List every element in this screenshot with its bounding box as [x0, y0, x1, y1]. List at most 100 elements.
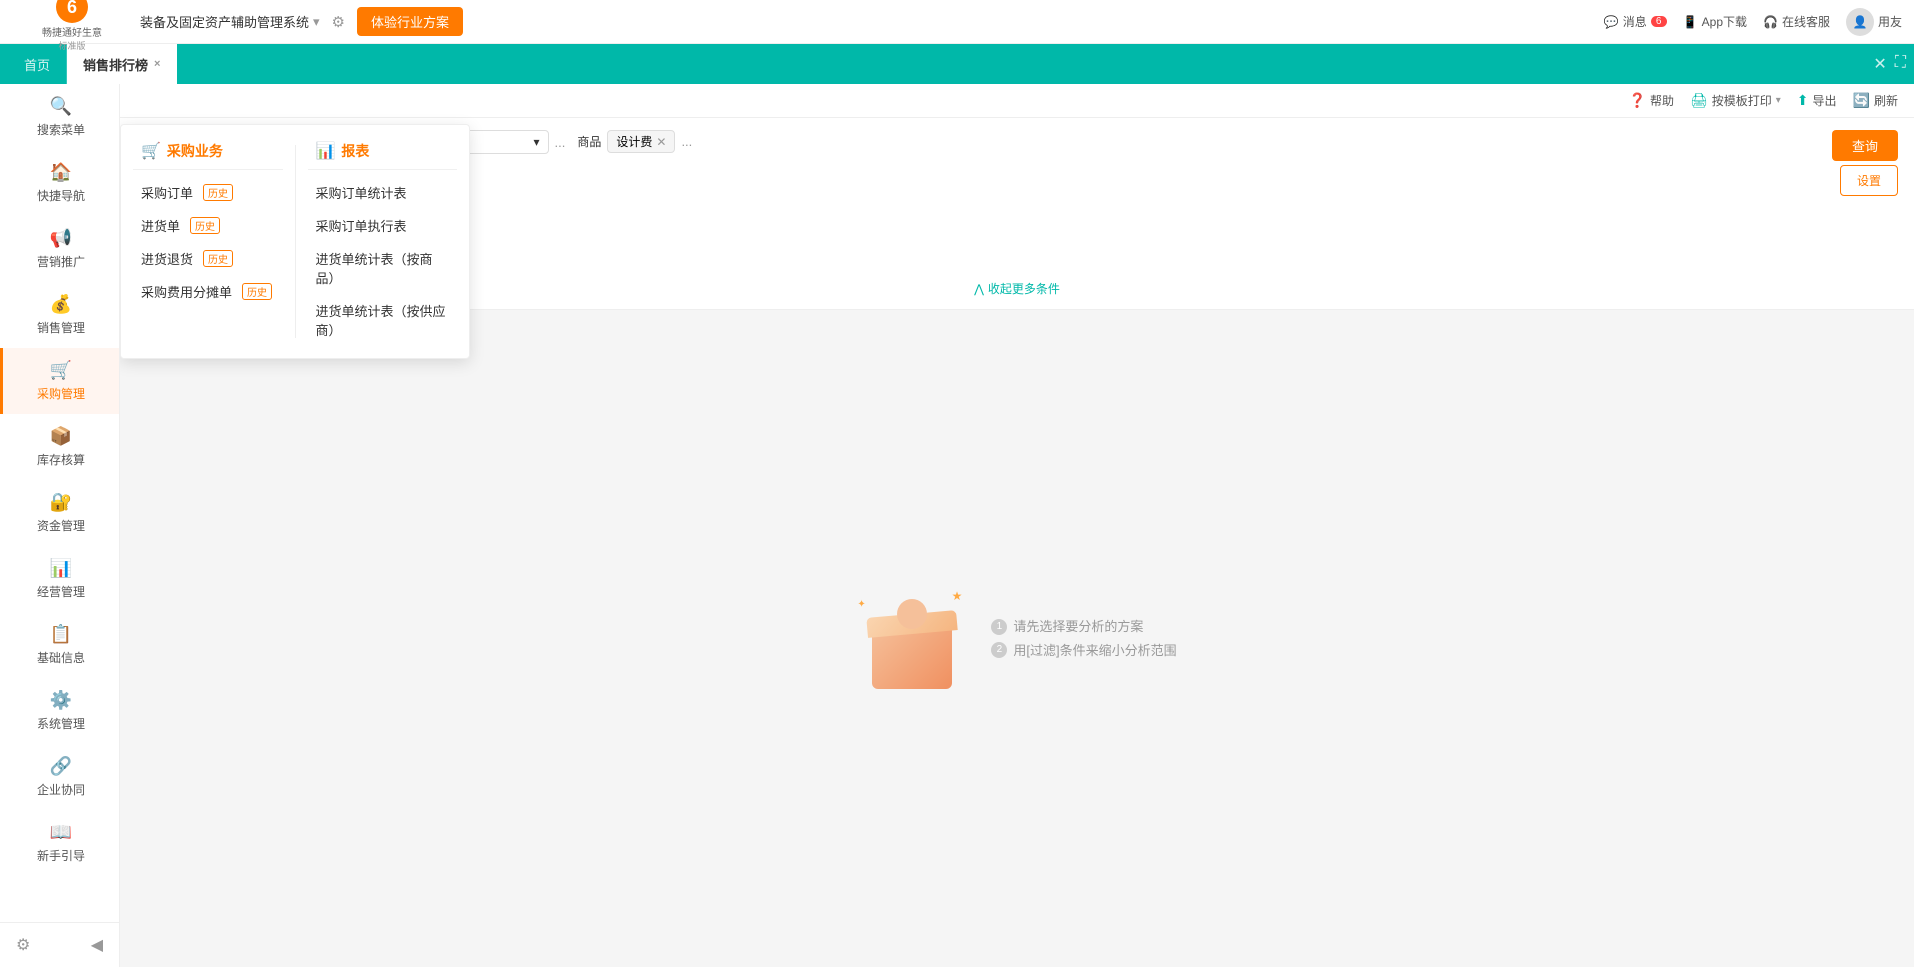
- history-badge: 历史: [203, 184, 233, 201]
- sidebar-item-purchase[interactable]: 🛒 采购管理: [0, 348, 119, 414]
- sidebar-item-enterprise[interactable]: 🔗 企业协同: [0, 744, 119, 810]
- top-bar: 6 畅捷通好生意 标准版 装备及固定资产辅助管理系统 ▾ ⚙ 体验行业方案 💬 …: [0, 0, 1914, 44]
- sidebar-item-quick-nav[interactable]: 🏠 快捷导航: [0, 150, 119, 216]
- history-badge-2: 历史: [190, 217, 220, 234]
- operations-icon: 📊: [50, 558, 72, 579]
- maximize-icon[interactable]: ⛶: [1895, 54, 1906, 74]
- sidebar-bottom: ⚙ ◀: [0, 922, 119, 967]
- sidebar-item-system[interactable]: ⚙️ 系统管理: [0, 678, 119, 744]
- notification-item[interactable]: 💬 消息 6: [1604, 13, 1667, 30]
- nav-tabs: 首页 销售排行榜 × ✕ ⛶: [0, 44, 1914, 84]
- export-icon: ⬆: [1797, 92, 1809, 109]
- report-item-3[interactable]: 进货单统计表（按商品）: [308, 242, 458, 294]
- tag-close-icon[interactable]: ✕: [656, 135, 666, 149]
- purchase-fee-item[interactable]: 采购费用分摊单 历史: [133, 275, 283, 308]
- query-button[interactable]: 查询: [1832, 130, 1898, 161]
- goods-filter-group: 商品 设计费 ✕ ...: [577, 130, 692, 153]
- avatar: 👤: [1846, 8, 1874, 36]
- print-dropdown-icon[interactable]: ▾: [1776, 95, 1781, 106]
- username: 用友: [1878, 13, 1902, 30]
- purchase-order-item[interactable]: 采购订单 历史: [133, 176, 283, 209]
- step-num-1: 1: [991, 619, 1007, 635]
- brand-name: 畅捷通好生意: [42, 24, 102, 39]
- step-1: 1 请先选择要分析的方案: [991, 615, 1176, 638]
- char-head: [897, 599, 927, 629]
- dropdown-arrow-icon[interactable]: ▾: [313, 14, 320, 30]
- refresh-icon: 🔄: [1853, 92, 1870, 109]
- report-section: 📊 报表 采购订单统计表 采购订单执行表 进货单统计表（按商品） 进货单统计表（…: [296, 137, 470, 346]
- brand-badge: 标准版: [58, 39, 85, 52]
- inventory-icon: 📦: [50, 426, 72, 447]
- collapse-button[interactable]: ⋀ 收起更多条件: [974, 280, 1060, 297]
- app-download-item[interactable]: 📱 App下载: [1683, 13, 1747, 30]
- goods-tag: 设计费 ✕: [607, 130, 675, 153]
- empty-content: ★ ✦ 1 请先选择要分析的方案 2 用[过滤]条件来缩小分析范围: [857, 589, 1176, 689]
- gear-icon[interactable]: ⚙: [332, 13, 345, 31]
- settings-bottom-icon[interactable]: ⚙: [16, 935, 30, 955]
- sparkle-icon: ★: [952, 589, 963, 603]
- select-dropdown-icon: ▾: [533, 135, 539, 149]
- system-title: 装备及固定资产辅助管理系统: [140, 12, 309, 31]
- close-window-icon[interactable]: ✕: [1873, 54, 1886, 74]
- sidebar-item-search[interactable]: 🔍 搜索菜单: [0, 84, 119, 150]
- industry-button[interactable]: 体验行业方案: [357, 7, 463, 36]
- collapse-up-icon: ⋀: [974, 282, 984, 296]
- purchase-section-title: 🛒 采购业务: [133, 137, 283, 170]
- sidebar-item-inventory[interactable]: 📦 库存核算: [0, 414, 119, 480]
- finance-icon: 🔐: [50, 492, 72, 513]
- print-icon: 🖨: [1690, 92, 1708, 109]
- help-item[interactable]: ❓ 帮助: [1629, 92, 1674, 109]
- sidebar-item-finance[interactable]: 🔐 资金管理: [0, 480, 119, 546]
- sidebar-item-sales[interactable]: 💰 销售管理: [0, 282, 119, 348]
- purchase-section-icon: 🛒: [141, 141, 161, 161]
- history-badge-4: 历史: [242, 283, 272, 300]
- report-item-1[interactable]: 采购订单统计表: [308, 176, 458, 209]
- setting-button[interactable]: 设置: [1840, 165, 1898, 196]
- empty-illustration: ★ ✦: [857, 589, 967, 689]
- template-print-item[interactable]: 🖨 按模板打印 ▾: [1690, 92, 1781, 109]
- sparkle2-icon: ✦: [857, 599, 865, 610]
- purchase-section: 🛒 采购业务 采购订单 历史 进货单 历史 进货退货 历史 采购费用分摊单: [121, 137, 295, 346]
- guide-icon: 📖: [50, 822, 72, 843]
- sidebar-item-guide[interactable]: 📖 新手引导: [0, 810, 119, 876]
- collapse-sidebar-icon[interactable]: ◀: [91, 935, 103, 955]
- online-service-item[interactable]: 🎧 在线客服: [1763, 13, 1830, 30]
- report-section-title: 📊 报表: [308, 137, 458, 170]
- notification-count: 6: [1651, 16, 1667, 27]
- sidebar-item-operations[interactable]: 📊 经营管理: [0, 546, 119, 612]
- refresh-item[interactable]: 🔄 刷新: [1853, 92, 1898, 109]
- sidebar-item-base-info[interactable]: 📋 基础信息: [0, 612, 119, 678]
- filter-actions: 查询 设置: [1832, 130, 1898, 196]
- sidebar: 🔍 搜索菜单 🏠 快捷导航 📢 营销推广 💰 销售管理 🛒 采购管理 📦 库存核…: [0, 84, 120, 967]
- purchase-return-item[interactable]: 进货退货 历史: [133, 242, 283, 275]
- purchase-dropdown-menu: 🛒 采购业务 采购订单 历史 进货单 历史 进货退货 历史 采购费用分摊单: [120, 124, 470, 359]
- user-item[interactable]: 👤 用友: [1846, 8, 1902, 36]
- mobile-icon: 📱: [1683, 15, 1698, 29]
- export-item[interactable]: ⬆ 导出: [1797, 92, 1837, 109]
- top-bar-right: 💬 消息 6 📱 App下载 🎧 在线客服 👤 用友: [1604, 8, 1902, 36]
- sidebar-item-marketing[interactable]: 📢 营销推广: [0, 216, 119, 282]
- history-badge-3: 历史: [203, 250, 233, 267]
- notification-label: 消息: [1623, 13, 1647, 30]
- logo-area: 6 畅捷通好生意 标准版: [12, 0, 132, 52]
- search-icon: 🔍: [50, 96, 72, 117]
- content-area: 🛒 采购业务 采购订单 历史 进货单 历史 进货退货 历史 采购费用分摊单: [120, 84, 1914, 967]
- avatar-icon: 👤: [1853, 15, 1868, 29]
- main-layout: 🔍 搜索菜单 🏠 快捷导航 📢 营销推广 💰 销售管理 🛒 采购管理 📦 库存核…: [0, 84, 1914, 967]
- tab-window-buttons: ✕ ⛶: [1873, 54, 1906, 74]
- message-icon: 💬: [1604, 15, 1619, 29]
- purchase-icon: 🛒: [50, 360, 72, 381]
- empty-text: 1 请先选择要分析的方案 2 用[过滤]条件来缩小分析范围: [991, 615, 1176, 662]
- headset-icon: 🎧: [1763, 15, 1778, 29]
- report-section-icon: 📊: [316, 141, 336, 161]
- enterprise-icon: 🔗: [50, 756, 72, 777]
- voucher-ellipsis[interactable]: ...: [555, 135, 566, 150]
- logo-icon: 6: [56, 0, 88, 23]
- step-num-2: 2: [991, 642, 1007, 658]
- purchase-incoming-item[interactable]: 进货单 历史: [133, 209, 283, 242]
- goods-ellipsis[interactable]: ...: [681, 134, 692, 149]
- report-item-4[interactable]: 进货单统计表（按供应商）: [308, 294, 458, 346]
- close-tab-icon[interactable]: ×: [154, 58, 160, 70]
- report-item-2[interactable]: 采购订单执行表: [308, 209, 458, 242]
- system-icon: ⚙️: [50, 690, 72, 711]
